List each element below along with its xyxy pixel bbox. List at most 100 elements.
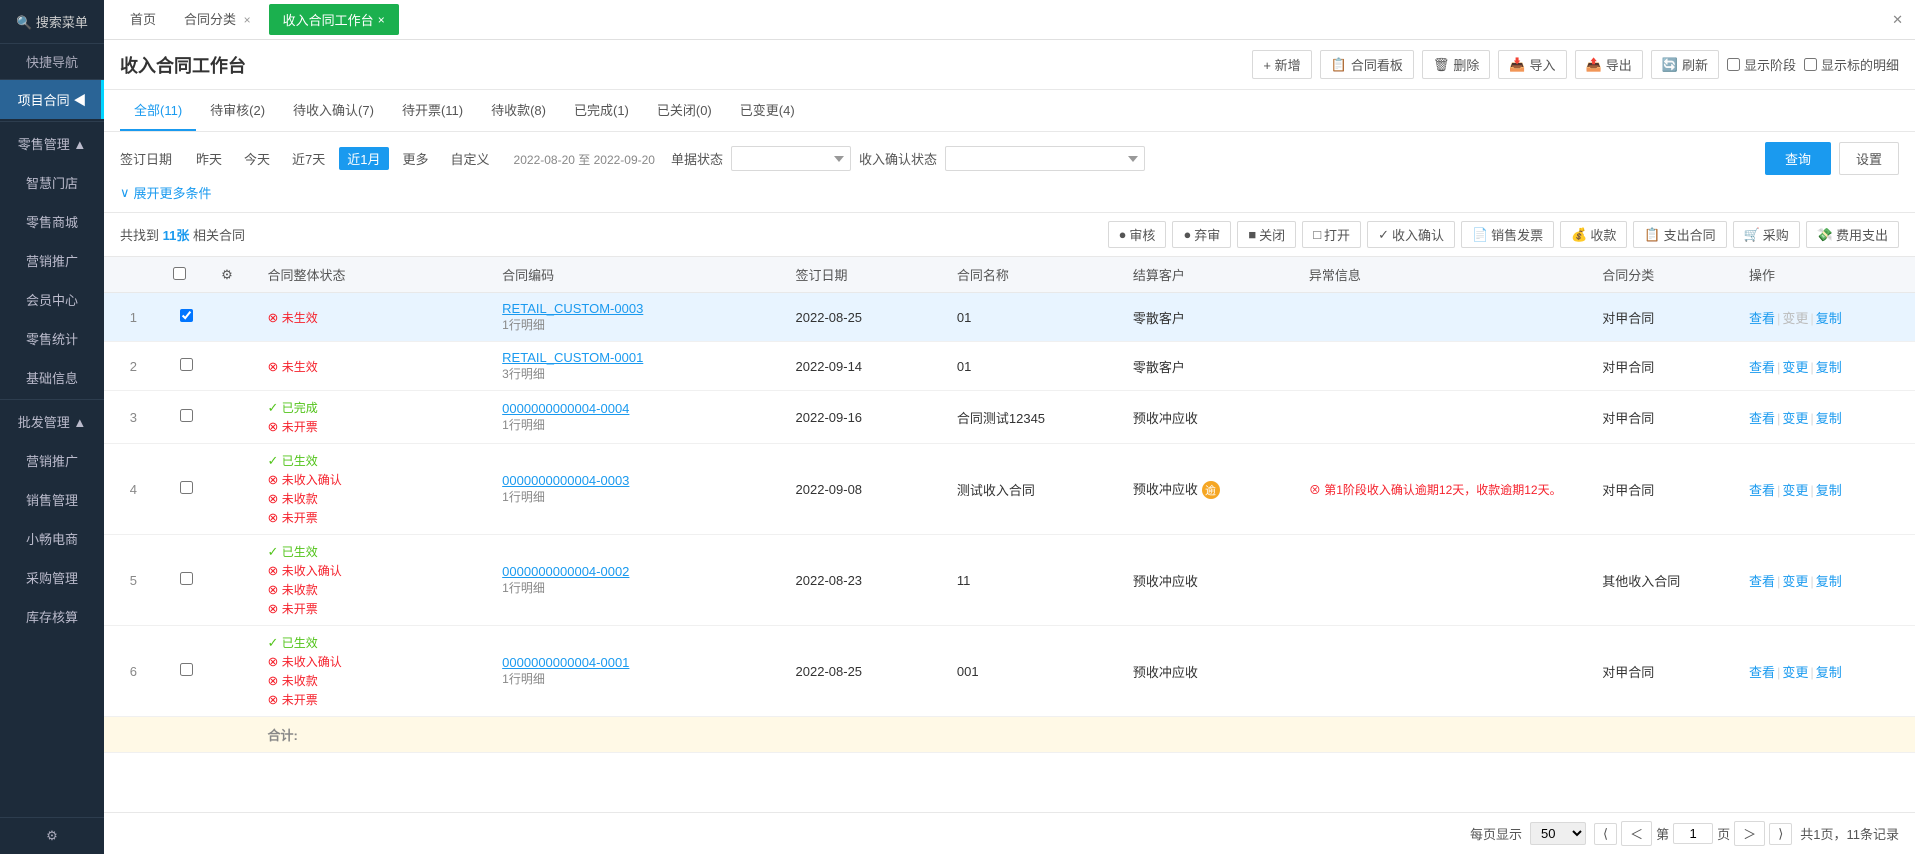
doc-status-select[interactable] (731, 146, 851, 171)
table-scroll[interactable]: ⚙ 合同整体状态 合同编码 签订日期 合同名称 (104, 257, 1915, 812)
cell-check[interactable] (163, 342, 211, 391)
table-row[interactable]: 4 ✓ 已生效⊗ 未收入确认⊗ 未收款⊗ 未开票 0000000000004-0… (104, 444, 1915, 535)
table-row[interactable]: 6 ✓ 已生效⊗ 未收入确认⊗ 未收款⊗ 未开票 0000000000004-0… (104, 626, 1915, 717)
row-checkbox[interactable] (180, 572, 193, 585)
show-stage-checkbox[interactable]: 显示阶段 (1727, 55, 1796, 74)
sidebar-item-member[interactable]: 会员中心 (0, 280, 104, 319)
op-变更[interactable]: 变更 (1782, 665, 1808, 680)
sidebar-quick-nav[interactable]: 快捷导航 (0, 44, 104, 80)
cell-operation[interactable]: 查看|变更|复制 (1739, 535, 1915, 626)
page-prev-btn[interactable]: ＜ (1621, 821, 1652, 846)
page-input[interactable] (1673, 823, 1713, 844)
sidebar-item-marketing2[interactable]: 营销推广 (0, 441, 104, 480)
page-first-btn[interactable]: ⟨ (1594, 823, 1617, 845)
payment-button[interactable]: 💰 收款 (1560, 221, 1627, 248)
review-button[interactable]: ● 审核 (1108, 221, 1167, 248)
show-detail-checkbox[interactable]: 显示标的明细 (1804, 55, 1899, 74)
op-查看[interactable]: 查看 (1749, 574, 1775, 589)
sidebar-item-wholesale[interactable]: 批发管理 ▲ (0, 402, 104, 441)
row-checkbox[interactable] (180, 409, 193, 422)
per-page-select[interactable]: 50 10 20 100 (1530, 822, 1586, 845)
sidebar-item-ecommerce[interactable]: 小畅电商 (0, 519, 104, 558)
th-settings[interactable]: ⚙ (211, 257, 257, 293)
sidebar-item-base-info[interactable]: 基础信息 (0, 358, 104, 397)
row-checkbox[interactable] (180, 663, 193, 676)
sub-tab-pending-review[interactable]: 待审核(2) (196, 90, 279, 131)
op-变更[interactable]: 变更 (1782, 483, 1808, 498)
op-复制[interactable]: 复制 (1816, 483, 1842, 498)
select-all-checkbox[interactable] (173, 267, 186, 280)
tab-income-close[interactable]: × (378, 13, 385, 27)
sidebar-search[interactable]: 🔍 搜索菜单 (0, 0, 104, 44)
contract-code-link[interactable]: RETAIL_CUSTOM-0003 (502, 301, 643, 316)
settings-button[interactable]: 设置 (1839, 142, 1899, 175)
row-checkbox[interactable] (180, 358, 193, 371)
op-复制[interactable]: 复制 (1816, 311, 1842, 326)
date-today[interactable]: 今天 (236, 147, 278, 170)
table-row[interactable]: 2 ⊗ 未生效 RETAIL_CUSTOM-0001 3行明细 2022-09-… (104, 342, 1915, 391)
table-row[interactable]: 1 ⊗ 未生效 RETAIL_CUSTOM-0003 1行明细 2022-08-… (104, 293, 1915, 342)
date-yesterday[interactable]: 昨天 (188, 147, 230, 170)
cell-operation[interactable]: 查看|变更|复制 (1739, 391, 1915, 444)
cell-operation[interactable]: 查看|变更|复制 (1739, 444, 1915, 535)
op-查看[interactable]: 查看 (1749, 411, 1775, 426)
sub-tab-pending-confirm[interactable]: 待收入确认(7) (279, 90, 388, 131)
kanban-button[interactable]: 📋 合同看板 (1320, 50, 1414, 79)
op-变更[interactable]: 变更 (1782, 411, 1808, 426)
cell-check[interactable] (163, 391, 211, 444)
op-查看[interactable]: 查看 (1749, 311, 1775, 326)
cell-check[interactable] (163, 444, 211, 535)
import-button[interactable]: 📥 导入 (1498, 50, 1566, 79)
sidebar-item-project[interactable]: 项目合同 ◀ (0, 80, 104, 119)
cell-operation[interactable]: 查看|变更|复制 (1739, 342, 1915, 391)
add-button[interactable]: + 新增 (1252, 50, 1311, 79)
income-confirm-button[interactable]: ✓ 收入确认 (1367, 221, 1455, 248)
fee-out-button[interactable]: 💸 费用支出 (1806, 221, 1899, 248)
sidebar-item-marketing[interactable]: 营销推广 (0, 241, 104, 280)
op-查看[interactable]: 查看 (1749, 665, 1775, 680)
op-复制[interactable]: 复制 (1816, 411, 1842, 426)
op-复制[interactable]: 复制 (1816, 360, 1842, 375)
sales-invoice-button[interactable]: 📄 销售发票 (1461, 221, 1554, 248)
close-button[interactable]: ■ 关闭 (1237, 221, 1296, 248)
tab-contract-cat[interactable]: 合同分类 × (170, 0, 265, 40)
sub-tab-changed[interactable]: 已变更(4) (726, 90, 809, 131)
date-last7[interactable]: 近7天 (284, 147, 333, 170)
sub-tab-pending-invoice[interactable]: 待开票(11) (388, 90, 477, 131)
contract-code-link[interactable]: 0000000000004-0001 (502, 655, 629, 670)
sidebar-item-retail-stats[interactable]: 零售统计 (0, 319, 104, 358)
sub-tab-closed[interactable]: 已关闭(0) (643, 90, 726, 131)
abandon-button[interactable]: ● 弃审 (1172, 221, 1231, 248)
cell-operation[interactable]: 查看|变更|复制 (1739, 626, 1915, 717)
contract-code-link[interactable]: 0000000000004-0002 (502, 564, 629, 579)
open-button[interactable]: □ 打开 (1302, 221, 1361, 248)
refresh-button[interactable]: 🔄 刷新 (1651, 50, 1719, 79)
op-变更[interactable]: 变更 (1782, 360, 1808, 375)
sidebar-settings[interactable]: ⚙ (0, 817, 104, 854)
date-custom[interactable]: 自定义 (443, 147, 498, 170)
op-变更[interactable]: 变更 (1782, 574, 1808, 589)
table-row[interactable]: 5 ✓ 已生效⊗ 未收入确认⊗ 未收款⊗ 未开票 0000000000004-0… (104, 535, 1915, 626)
sub-tab-completed[interactable]: 已完成(1) (560, 90, 643, 131)
cell-operation[interactable]: 查看|变更|复制 (1739, 293, 1915, 342)
contract-code-link[interactable]: 0000000000004-0003 (502, 473, 629, 488)
delete-button[interactable]: 🗑 删除 (1422, 50, 1491, 79)
show-stage-input[interactable] (1727, 58, 1740, 71)
purchase-button[interactable]: 🛒 采购 (1733, 221, 1800, 248)
expense-out-button[interactable]: 📋 支出合同 (1633, 221, 1726, 248)
table-row[interactable]: 3 ✓ 已完成⊗ 未开票 0000000000004-0004 1行明细 202… (104, 391, 1915, 444)
show-detail-input[interactable] (1804, 58, 1817, 71)
cell-check[interactable] (163, 293, 211, 342)
cell-check[interactable] (163, 535, 211, 626)
query-button[interactable]: 查询 (1765, 142, 1831, 175)
page-next-btn[interactable]: ＞ (1734, 821, 1765, 846)
op-复制[interactable]: 复制 (1816, 574, 1842, 589)
income-confirm-select[interactable] (945, 146, 1145, 171)
row-checkbox[interactable] (180, 309, 193, 322)
cell-check[interactable] (163, 626, 211, 717)
tab-home[interactable]: 首页 (116, 0, 170, 40)
date-more[interactable]: 更多 (395, 147, 437, 170)
export-button[interactable]: 📤 导出 (1575, 50, 1643, 79)
contract-code-link[interactable]: RETAIL_CUSTOM-0001 (502, 350, 643, 365)
row-checkbox[interactable] (180, 481, 193, 494)
